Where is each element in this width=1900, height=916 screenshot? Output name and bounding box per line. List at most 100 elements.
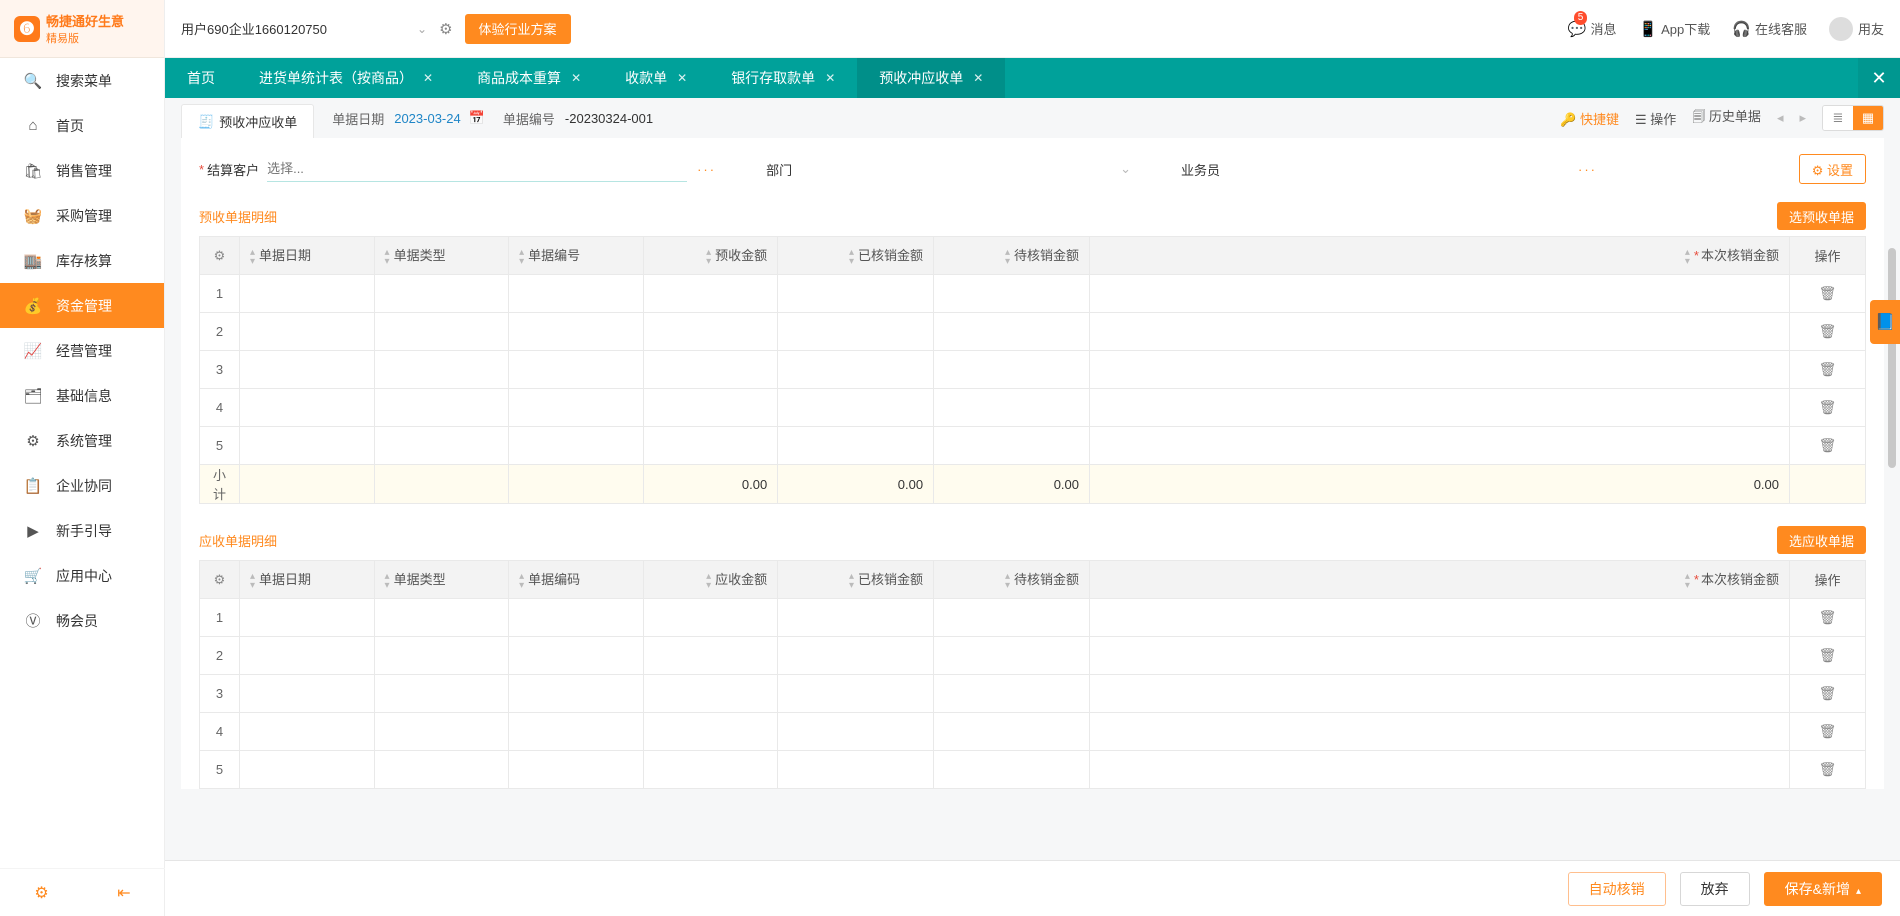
tab-1[interactable]: 进货单统计表（按商品）✕ (237, 58, 455, 98)
app-download-link[interactable]: 📱 App下载 (1638, 19, 1710, 38)
customer-more-icon[interactable]: ··· (697, 162, 716, 177)
industry-button[interactable]: 体验行业方案 (465, 14, 571, 44)
nav-item-4[interactable]: 🏬库存核算 (0, 238, 164, 283)
sort-icon[interactable]: ▴▾ (849, 248, 854, 266)
col-date[interactable]: ▴▾单据日期 (240, 237, 375, 275)
prev-doc-icon[interactable]: ◂ (1777, 110, 1784, 126)
discard-button[interactable]: 放弃 (1680, 872, 1750, 906)
nav-item-8[interactable]: ⚙系统管理 (0, 418, 164, 463)
floating-help-tab[interactable]: 📘 (1870, 300, 1900, 344)
table-row[interactable]: 1🗑 (200, 275, 1866, 313)
sort-icon[interactable]: ▴▾ (250, 248, 255, 266)
close-tab-icon[interactable]: ✕ (973, 71, 983, 85)
nav-item-3[interactable]: 🧺采购管理 (0, 193, 164, 238)
save-and-new-button[interactable]: 保存&新增▴ (1764, 872, 1882, 906)
form-view-icon[interactable]: ▦ (1853, 106, 1883, 130)
delete-row-icon[interactable]: 🗑 (1819, 761, 1837, 777)
close-tab-icon[interactable]: ✕ (825, 71, 835, 85)
nav-item-1[interactable]: ⌂首页 (0, 103, 164, 148)
col-amount[interactable]: ▴▾预收金额 (643, 237, 778, 275)
col-written[interactable]: ▴▾已核销金额 (778, 561, 934, 599)
sort-icon[interactable]: ▴▾ (250, 572, 255, 590)
nav-item-5[interactable]: 💰资金管理 (0, 283, 164, 328)
col-date[interactable]: ▴▾单据日期 (240, 561, 375, 599)
table-row[interactable]: 3🗑 (200, 675, 1866, 713)
sort-icon[interactable]: ▴▾ (706, 572, 711, 590)
tab-2[interactable]: 商品成本重算✕ (455, 58, 603, 98)
doc-sub-tab[interactable]: 🧾 预收冲应收单 (181, 104, 314, 138)
sort-icon[interactable]: ▴▾ (1685, 248, 1690, 266)
col-amount[interactable]: ▴▾应收金额 (643, 561, 778, 599)
shortcut-button[interactable]: 🔑 快捷键 (1560, 109, 1619, 128)
next-doc-icon[interactable]: ▸ (1799, 110, 1806, 126)
nav-item-0[interactable]: 🔍搜索菜单 (0, 58, 164, 103)
table-row[interactable]: 4🗑 (200, 389, 1866, 427)
nav-item-9[interactable]: 📋企业协同 (0, 463, 164, 508)
col-type[interactable]: ▴▾单据类型 (374, 561, 509, 599)
chevron-down-icon[interactable]: ⌄ (1120, 161, 1131, 177)
sort-icon[interactable]: ▴▾ (1685, 572, 1690, 590)
nav-item-11[interactable]: 🛒应用中心 (0, 553, 164, 598)
delete-row-icon[interactable]: 🗑 (1819, 723, 1837, 739)
col-this[interactable]: ▴▾*本次核销金额 (1090, 561, 1790, 599)
col-config-icon[interactable]: ⚙ (200, 561, 240, 599)
nav-item-2[interactable]: 🛍销售管理 (0, 148, 164, 193)
table-row[interactable]: 2🗑 (200, 637, 1866, 675)
settings-icon[interactable]: ⚙ (34, 883, 48, 903)
col-pending[interactable]: ▴▾待核销金额 (934, 561, 1090, 599)
gear-icon[interactable]: ⚙ (439, 20, 452, 38)
col-this[interactable]: ▴▾*本次核销金额 (1090, 237, 1790, 275)
table-row[interactable]: 1🗑 (200, 599, 1866, 637)
close-all-tabs-button[interactable]: ✕ (1858, 58, 1900, 98)
table-row[interactable]: 5🗑 (200, 751, 1866, 789)
table-row[interactable]: 3🗑 (200, 351, 1866, 389)
sort-icon[interactable]: ▴▾ (1005, 248, 1010, 266)
delete-row-icon[interactable]: 🗑 (1819, 323, 1837, 339)
close-tab-icon[interactable]: ✕ (677, 71, 687, 85)
operate-button[interactable]: ☰ 操作 (1635, 109, 1676, 128)
col-type[interactable]: ▴▾单据类型 (374, 237, 509, 275)
nav-item-10[interactable]: ▶新手引导 (0, 508, 164, 553)
nav-item-12[interactable]: Ⓥ畅会员 (0, 598, 164, 643)
sort-icon[interactable]: ▴▾ (385, 572, 390, 590)
table-row[interactable]: 5🗑 (200, 427, 1866, 465)
sort-icon[interactable]: ▴▾ (519, 572, 524, 590)
doc-date-value[interactable]: 2023-03-24 (394, 111, 461, 126)
auto-writeoff-button[interactable]: 自动核销 (1568, 872, 1666, 906)
table-row[interactable]: 2🗑 (200, 313, 1866, 351)
col-config-icon[interactable]: ⚙ (200, 237, 240, 275)
customer-input[interactable] (267, 156, 687, 182)
scrollbar-thumb[interactable] (1888, 248, 1896, 468)
history-button[interactable]: 🗐 历史单据 (1692, 106, 1761, 130)
enterprise-select[interactable]: 用户690企业1660120750 ⌄ (181, 19, 427, 38)
customer-service-link[interactable]: 🎧 在线客服 (1732, 19, 1807, 38)
user-menu[interactable]: 用友 (1829, 17, 1884, 41)
col-written[interactable]: ▴▾已核销金额 (778, 237, 934, 275)
close-tab-icon[interactable]: ✕ (423, 71, 433, 85)
select-advance-button[interactable]: 选预收单据 (1777, 202, 1866, 230)
calendar-icon[interactable]: 📅 (469, 110, 485, 126)
messages-link[interactable]: 💬 消息 5 (1568, 19, 1617, 38)
col-code[interactable]: ▴▾单据编码 (509, 561, 644, 599)
tab-0[interactable]: 首页 (165, 58, 237, 98)
delete-row-icon[interactable]: 🗑 (1819, 609, 1837, 625)
delete-row-icon[interactable]: 🗑 (1819, 437, 1837, 453)
nav-item-7[interactable]: 🗂基础信息 (0, 373, 164, 418)
table-row[interactable]: 4🗑 (200, 713, 1866, 751)
tab-5[interactable]: 预收冲应收单✕ (857, 58, 1005, 98)
sort-icon[interactable]: ▴▾ (706, 248, 711, 266)
nav-item-6[interactable]: 📈经营管理 (0, 328, 164, 373)
delete-row-icon[interactable]: 🗑 (1819, 685, 1837, 701)
settings-button[interactable]: ⚙ 设置 (1799, 154, 1866, 184)
delete-row-icon[interactable]: 🗑 (1819, 647, 1837, 663)
delete-row-icon[interactable]: 🗑 (1819, 399, 1837, 415)
delete-row-icon[interactable]: 🗑 (1819, 361, 1837, 377)
collapse-icon[interactable]: ⇤ (117, 883, 130, 903)
sort-icon[interactable]: ▴▾ (519, 248, 524, 266)
salesman-more-icon[interactable]: ··· (1578, 162, 1597, 177)
sort-icon[interactable]: ▴▾ (1005, 572, 1010, 590)
list-view-icon[interactable]: ≣ (1823, 106, 1853, 130)
col-no[interactable]: ▴▾单据编号 (509, 237, 644, 275)
select-receivable-button[interactable]: 选应收单据 (1777, 526, 1866, 554)
tab-3[interactable]: 收款单✕ (603, 58, 709, 98)
